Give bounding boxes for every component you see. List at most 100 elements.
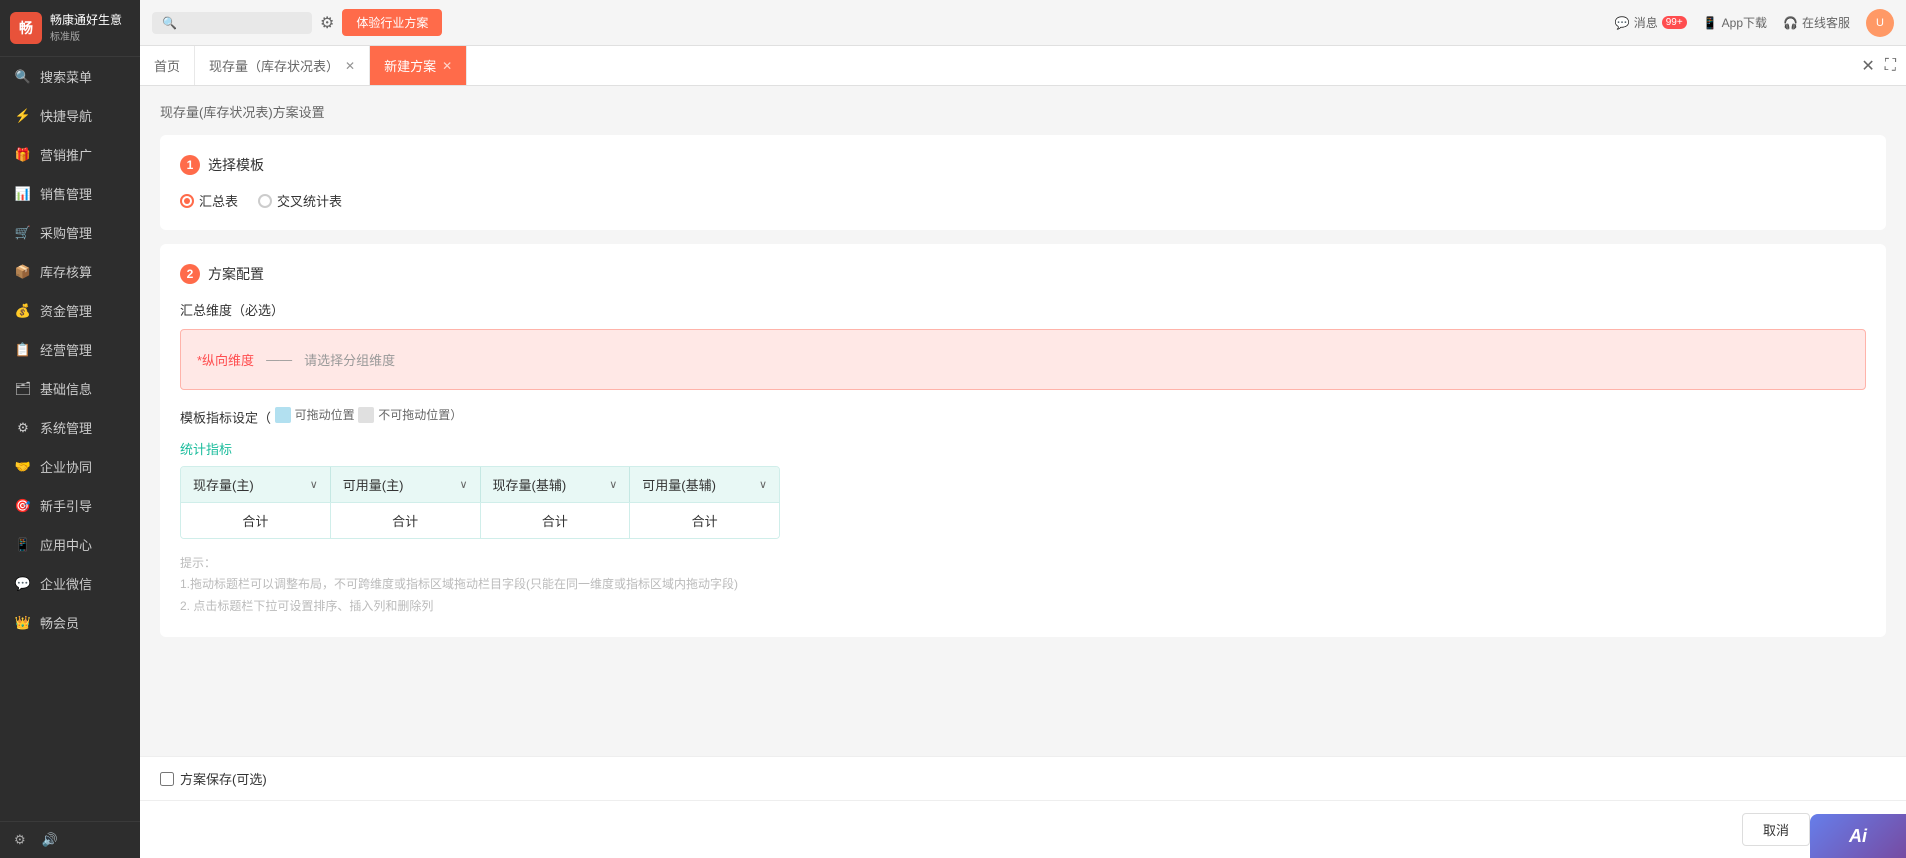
radio-summary-label: 汇总表 xyxy=(199,191,238,210)
operation-icon: 📋 xyxy=(14,341,32,359)
step2-badge: 2 xyxy=(180,264,200,284)
chevron-2-icon: ∨ xyxy=(609,478,617,491)
sidebar-item-label: 企业微信 xyxy=(40,574,92,593)
sidebar-item-label: 资金管理 xyxy=(40,301,92,320)
topbar-search[interactable]: 🔍 xyxy=(152,12,312,34)
sidebar-item-label: 新手引导 xyxy=(40,496,92,515)
step2-header: 2 方案配置 xyxy=(180,264,1866,284)
sidebar-item-search[interactable]: 🔍 搜索菜单 xyxy=(0,57,140,96)
stats-header-row: 现存量(主) ∨ 可用量(主) ∨ 现存量(基辅) ∨ 可用量(基辅) ∨ xyxy=(181,467,779,502)
sidebar-item-label: 企业协同 xyxy=(40,457,92,476)
save-checkbox[interactable] xyxy=(160,772,174,786)
sidebar-item-sales[interactable]: 📊 销售管理 xyxy=(0,174,140,213)
sidebar-item-system[interactable]: ⚙ 系统管理 xyxy=(0,408,140,447)
dimension-required: *纵向维度 xyxy=(197,350,254,369)
new-plan-tab-close[interactable]: ✕ xyxy=(442,59,452,73)
template-radio-group: 汇总表 交叉统计表 xyxy=(180,191,1866,210)
sidebar-item-purchase[interactable]: 🛒 采购管理 xyxy=(0,213,140,252)
stats-data-1: 合计 xyxy=(331,503,481,538)
message-button[interactable]: 💬 消息 99+ xyxy=(1615,14,1687,31)
non-draggable-label: 不可拖动位置） xyxy=(378,406,462,423)
dimension-placeholder: 请选择分组维度 xyxy=(304,350,395,369)
sidebar-item-label: 系统管理 xyxy=(40,418,92,437)
topbar: 🔍 ⚙ 体验行业方案 💬 消息 99+ 📱 App下载 🎧 在线客服 U xyxy=(140,0,1906,46)
tab-home[interactable]: 首页 xyxy=(140,46,195,85)
sidebar-item-member[interactable]: 👑 畅会员 xyxy=(0,603,140,642)
ai-fab-button[interactable]: Ai xyxy=(1810,814,1906,858)
chevron-1-icon: ∨ xyxy=(459,478,467,491)
main-area: 🔍 ⚙ 体验行业方案 💬 消息 99+ 📱 App下载 🎧 在线客服 U 首页 xyxy=(140,0,1906,858)
radio-cross-dot xyxy=(258,194,272,208)
hints: 提示： 1.拖动标题栏可以调整布局，不可跨维度或指标区域拖动栏目字段(只能在同一… xyxy=(180,553,1866,618)
gear-icon[interactable]: ⚙ xyxy=(320,13,334,33)
stats-col-2[interactable]: 现存量(基辅) ∨ xyxy=(481,467,631,502)
sidebar: 畅 畅康通好生意 标准版 🔍 搜索菜单 ⚡ 快捷导航 🎁 营销推广 📊 销售管理… xyxy=(0,0,140,858)
sidebar-item-enterprise[interactable]: 🤝 企业协同 xyxy=(0,447,140,486)
tab-inventory-status[interactable]: 现存量（库存状况表） ✕ xyxy=(195,46,370,85)
new-plan-tab-label: 新建方案 xyxy=(384,56,436,75)
basic-icon: 🗂 xyxy=(14,380,32,398)
radio-summary[interactable]: 汇总表 xyxy=(180,191,238,210)
step2-title: 方案配置 xyxy=(208,264,264,284)
radio-cross-label: 交叉统计表 xyxy=(277,191,342,210)
app-icon: 📱 xyxy=(1703,16,1718,30)
app-download-button[interactable]: 📱 App下载 xyxy=(1703,14,1767,31)
sidebar-item-label: 畅会员 xyxy=(40,613,79,632)
sidebar-bottom[interactable]: ⚙ 🔊 xyxy=(0,821,140,858)
step1-card: 1 选择模板 汇总表 交叉统计表 xyxy=(160,135,1886,230)
sidebar-item-label: 销售管理 xyxy=(40,184,92,203)
sidebar-item-newbie[interactable]: 🎯 新手引导 xyxy=(0,486,140,525)
stats-col-1-label: 可用量(主) xyxy=(343,475,404,494)
tabbar-actions: ✕ ⛶ xyxy=(1851,46,1906,85)
sidebar-item-inventory[interactable]: 📦 库存核算 xyxy=(0,252,140,291)
user-avatar[interactable]: U xyxy=(1866,9,1894,37)
close-icon[interactable]: ✕ xyxy=(1861,56,1874,76)
dimension-area[interactable]: *纵向维度 —— 请选择分组维度 xyxy=(180,329,1866,390)
indicator-settings-text: 模板指标设定（ 可拖动位置 不可拖动位置） xyxy=(180,406,462,427)
hint-1: 1.拖动标题栏可以调整布局，不可跨维度或指标区域拖动栏目字段(只能在同一维度或指… xyxy=(180,574,1866,596)
cancel-button[interactable]: 取消 xyxy=(1742,813,1810,846)
draggable-badge: 可拖动位置 xyxy=(275,406,355,423)
sidebar-item-apps[interactable]: 📱 应用中心 xyxy=(0,525,140,564)
hint-label: 提示： xyxy=(180,553,1866,575)
sidebar-item-basic[interactable]: 🗂 基础信息 xyxy=(0,369,140,408)
stats-col-1[interactable]: 可用量(主) ∨ xyxy=(331,467,481,502)
inventory-status-tab-close[interactable]: ✕ xyxy=(345,59,355,73)
stats-col-3-label: 可用量(基辅) xyxy=(642,475,716,494)
home-tab-label: 首页 xyxy=(154,56,180,75)
step2-card: 2 方案配置 汇总维度（必选） *纵向维度 —— 请选择分组维度 模板指标设定（… xyxy=(160,244,1886,637)
audio-icon[interactable]: 🔊 xyxy=(42,832,58,848)
quick-nav-icon: ⚡ xyxy=(14,107,32,125)
draggable-label: 可拖动位置 xyxy=(295,406,355,423)
stats-col-2-label: 现存量(基辅) xyxy=(493,475,567,494)
enterprise-icon: 🤝 xyxy=(14,458,32,476)
stats-data-0: 合计 xyxy=(181,503,331,538)
tab-new-plan[interactable]: 新建方案 ✕ xyxy=(370,46,467,85)
step1-header: 1 选择模板 xyxy=(180,155,1866,175)
settings-icon[interactable]: ⚙ xyxy=(14,832,26,848)
stats-data-row: 合计 合计 合计 合计 xyxy=(181,502,779,538)
page-title: 现存量(库存状况表)方案设置 xyxy=(160,102,1886,121)
stats-col-3[interactable]: 可用量(基辅) ∨ xyxy=(630,467,779,502)
sales-icon: 📊 xyxy=(14,185,32,203)
step1-title: 选择模板 xyxy=(208,155,264,175)
sidebar-item-marketing[interactable]: 🎁 营销推广 xyxy=(0,135,140,174)
app-download-label: App下载 xyxy=(1722,14,1767,31)
headphone-icon: 🎧 xyxy=(1783,16,1798,30)
app-name: 畅康通好生意 xyxy=(50,13,122,29)
inventory-status-tab-label: 现存量（库存状况表） xyxy=(209,56,339,75)
industry-plan-button[interactable]: 体验行业方案 xyxy=(342,9,442,36)
customer-service-button[interactable]: 🎧 在线客服 xyxy=(1783,14,1850,31)
stats-col-0-label: 现存量(主) xyxy=(193,475,254,494)
newbie-icon: 🎯 xyxy=(14,497,32,515)
sidebar-item-finance[interactable]: 💰 资金管理 xyxy=(0,291,140,330)
radio-cross[interactable]: 交叉统计表 xyxy=(258,191,342,210)
non-draggable-badge: 不可拖动位置） xyxy=(358,406,462,423)
stats-col-0[interactable]: 现存量(主) ∨ xyxy=(181,467,331,502)
dimension-separator: —— xyxy=(266,352,292,367)
stats-data-3: 合计 xyxy=(630,503,779,538)
expand-icon[interactable]: ⛶ xyxy=(1885,57,1896,75)
sidebar-item-quick-nav[interactable]: ⚡ 快捷导航 xyxy=(0,96,140,135)
sidebar-item-wechat[interactable]: 💬 企业微信 xyxy=(0,564,140,603)
sidebar-item-operation[interactable]: 📋 经营管理 xyxy=(0,330,140,369)
